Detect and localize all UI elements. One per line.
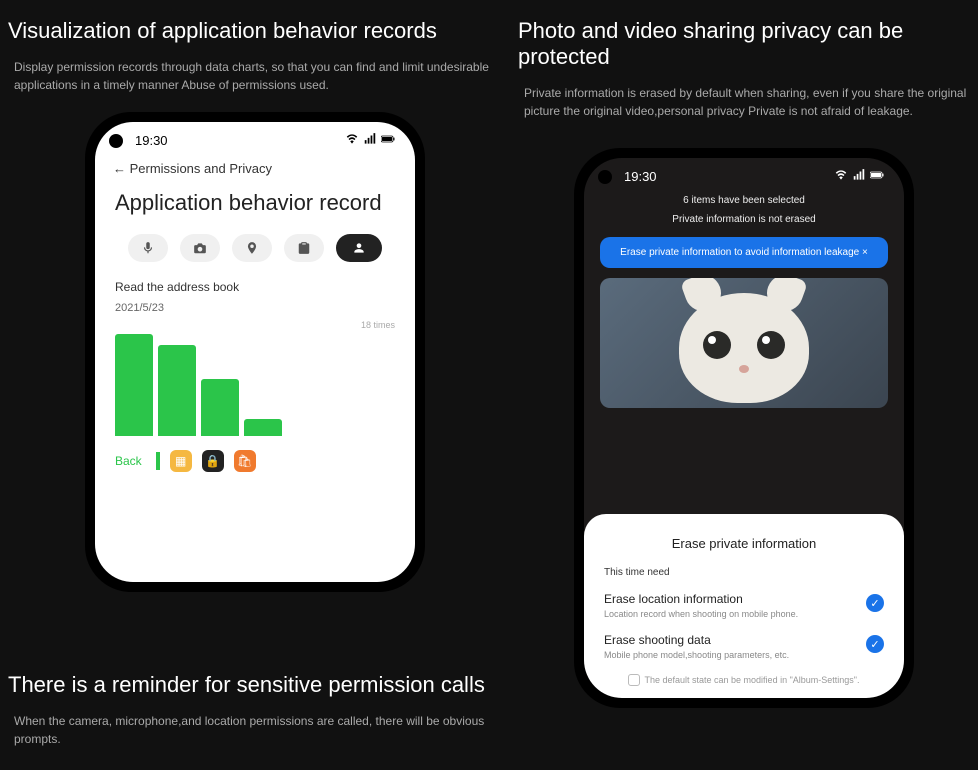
page-title: Application behavior record — [95, 182, 415, 230]
sheet-footer: The default state can be modified in "Al… — [604, 674, 884, 686]
cat-illustration — [679, 293, 809, 403]
section-reminder: There is a reminder for sensitive permis… — [8, 652, 502, 766]
bar-2[interactable] — [158, 345, 196, 436]
section-title-right: Photo and video sharing privacy can be p… — [518, 18, 970, 70]
tab-contacts[interactable] — [336, 234, 382, 262]
check-icon[interactable]: ✓ — [866, 635, 884, 653]
section-desc-left: Display permission records through data … — [8, 58, 502, 94]
erase-info-sheet: Erase private information This time need… — [584, 514, 904, 698]
section-desc-right: Private information is erased by default… — [518, 84, 970, 120]
toggle-erase-location[interactable]: Erase location information Location reco… — [604, 592, 884, 619]
chart-date: 2021/5/23 — [95, 300, 415, 316]
bar-3[interactable] — [201, 379, 239, 436]
app-chip-3[interactable]: 🛍 — [234, 450, 256, 472]
green-marker-icon — [156, 452, 160, 470]
signal-icon — [852, 168, 866, 185]
status-bar: 19:30 — [584, 158, 904, 191]
bar-1[interactable] — [115, 334, 153, 436]
sheet-sub: This time need — [604, 567, 884, 578]
back-nav[interactable]: ← Permissions and Privacy — [95, 155, 415, 182]
permission-tabs — [95, 230, 415, 278]
phone-mock-right: 19:30 6 items have been selected Private… — [574, 148, 914, 708]
sheet-title: Erase private information — [604, 536, 884, 551]
toggle-label: Erase location information — [604, 592, 798, 606]
wifi-icon — [834, 168, 848, 185]
status-time: 19:30 — [624, 169, 657, 184]
app-chip-1[interactable]: ▦ — [170, 450, 192, 472]
selection-count: 6 items have been selected — [584, 191, 904, 210]
bar-4[interactable] — [244, 419, 282, 436]
section-desc-reminder: When the camera, microphone,and location… — [8, 712, 502, 748]
erase-status: Private information is not erased — [584, 210, 904, 229]
battery-icon — [870, 168, 884, 185]
wifi-icon — [345, 132, 359, 149]
toggle-label: Erase shooting data — [604, 633, 789, 647]
privacy-banner[interactable]: Erase private information to avoid infor… — [600, 237, 888, 268]
signal-icon — [363, 132, 377, 149]
footer-text: The default state can be modified in "Al… — [644, 675, 859, 685]
tab-microphone[interactable] — [128, 234, 168, 262]
camera-hole-icon — [109, 134, 123, 148]
check-icon[interactable]: ✓ — [866, 594, 884, 612]
section-title-reminder: There is a reminder for sensitive permis… — [8, 672, 502, 698]
chart-section-label: Read the address book — [95, 278, 415, 296]
tab-location[interactable] — [232, 234, 272, 262]
shield-icon — [628, 674, 640, 686]
photo-preview[interactable] — [600, 278, 888, 408]
camera-hole-icon — [598, 170, 612, 184]
status-time: 19:30 — [135, 133, 168, 148]
tab-camera[interactable] — [180, 234, 220, 262]
status-bar: 19:30 — [95, 122, 415, 155]
y-axis-label: 18 times — [361, 320, 395, 330]
toggle-sublabel: Location record when shooting on mobile … — [604, 609, 798, 619]
tab-clipboard[interactable] — [284, 234, 324, 262]
app-legend-row: Back ▦ 🔒 🛍 — [95, 446, 415, 476]
phone-mock-left: 19:30 ← Permissions and Privacy Applicat… — [85, 112, 425, 592]
toggle-erase-shooting[interactable]: Erase shooting data Mobile phone model,s… — [604, 633, 884, 660]
section-title-left: Visualization of application behavior re… — [8, 18, 502, 44]
toggle-sublabel: Mobile phone model,shooting parameters, … — [604, 650, 789, 660]
bar-chart: 18 times — [95, 316, 415, 446]
battery-icon — [381, 132, 395, 149]
app-chip-2[interactable]: 🔒 — [202, 450, 224, 472]
back-label[interactable]: Back — [115, 454, 142, 468]
